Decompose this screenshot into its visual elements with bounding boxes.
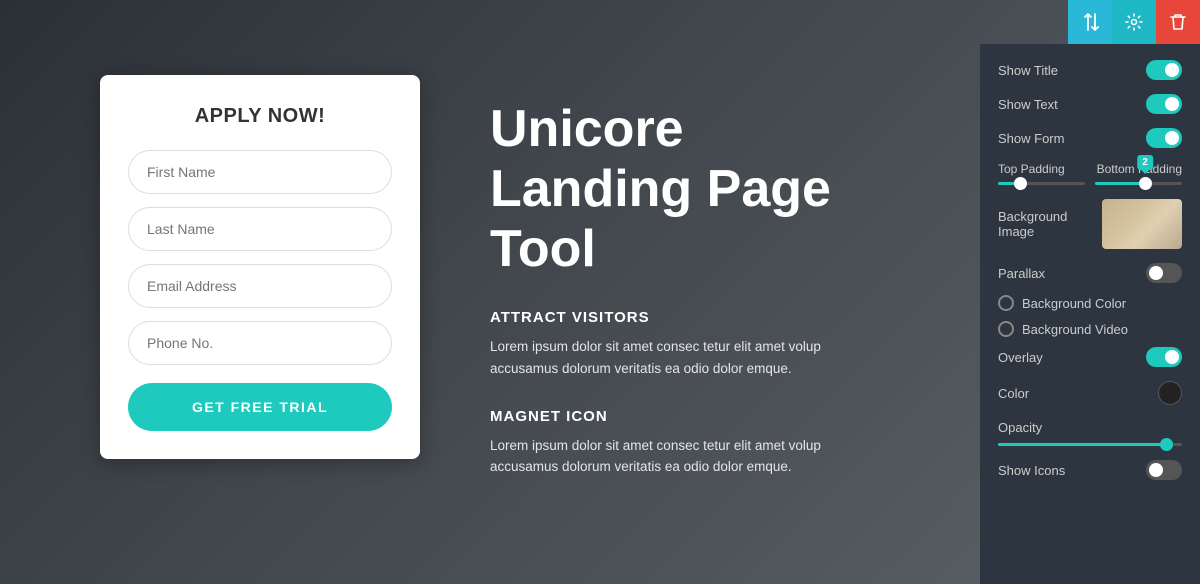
section-heading-2: MAGNET ICON [490, 408, 940, 425]
trash-icon [1170, 13, 1186, 31]
color-swatch[interactable] [1158, 381, 1182, 405]
toggle-thumb [1149, 463, 1163, 477]
show-text-label: Show Text [998, 97, 1058, 112]
section-text-2: Lorem ipsum dolor sit amet consec tetur … [490, 435, 870, 478]
bg-image-label: Background Image [998, 209, 1092, 239]
show-title-row: Show Title [998, 60, 1182, 80]
background-color-radio[interactable] [998, 295, 1014, 311]
show-icons-row: Show Icons [998, 460, 1182, 480]
show-form-toggle[interactable] [1146, 128, 1182, 148]
overlay-row: Overlay [998, 347, 1182, 367]
color-label: Color [998, 386, 1029, 401]
cta-button[interactable]: GET FREE TRIAL [128, 383, 392, 431]
show-text-row: Show Text [998, 94, 1182, 114]
form-title: APPLY NOW! [128, 105, 392, 128]
background-color-row[interactable]: Background Color [998, 295, 1182, 311]
padding-badge: 2 [1137, 155, 1153, 170]
opacity-thumb [1160, 438, 1173, 451]
email-input[interactable] [128, 264, 392, 308]
toggle-thumb [1165, 97, 1179, 111]
section-text-1: Lorem ipsum dolor sit amet consec tetur … [490, 336, 870, 379]
section-heading-1: ATTRACT VISITORS [490, 309, 940, 326]
toggle-thumb [1165, 63, 1179, 77]
show-title-label: Show Title [998, 63, 1058, 78]
show-form-label: Show Form [998, 131, 1064, 146]
toggle-thumb [1149, 266, 1163, 280]
show-title-toggle[interactable] [1146, 60, 1182, 80]
parallax-toggle[interactable] [1146, 263, 1182, 283]
settings-button[interactable] [1112, 0, 1156, 44]
sort-button[interactable] [1068, 0, 1112, 44]
main-content: UnicoreLanding Page Tool ATTRACT VISITOR… [490, 100, 940, 506]
toggle-thumb [1165, 131, 1179, 145]
delete-button[interactable] [1156, 0, 1200, 44]
padding-sliders: 2 [998, 182, 1182, 185]
opacity-slider[interactable] [998, 443, 1182, 446]
sort-icon [1081, 13, 1099, 31]
show-form-row: Show Form [998, 128, 1182, 148]
show-icons-toggle[interactable] [1146, 460, 1182, 480]
top-padding-label: Top Padding [998, 162, 1065, 176]
parallax-row: Parallax [998, 263, 1182, 283]
last-name-input[interactable] [128, 207, 392, 251]
show-text-toggle[interactable] [1146, 94, 1182, 114]
background-color-label: Background Color [1022, 296, 1126, 311]
padding-labels: Top Padding Bottom Padding [998, 162, 1182, 176]
settings-panel: Show Title Show Text Show Form Top Paddi… [980, 44, 1200, 584]
overlay-toggle[interactable] [1146, 347, 1182, 367]
opacity-section: Opacity [998, 419, 1182, 446]
background-video-label: Background Video [1022, 322, 1128, 337]
bg-image-row: Background Image [998, 199, 1182, 249]
phone-input[interactable] [128, 321, 392, 365]
form-card: APPLY NOW! GET FREE TRIAL [100, 75, 420, 459]
bg-image-thumbnail[interactable] [1102, 199, 1182, 249]
show-icons-label: Show Icons [998, 463, 1065, 478]
overlay-label: Overlay [998, 350, 1043, 365]
main-title: UnicoreLanding Page Tool [490, 100, 940, 279]
first-name-input[interactable] [128, 150, 392, 194]
opacity-label: Opacity [998, 420, 1042, 435]
color-row: Color [998, 381, 1182, 405]
toggle-thumb [1165, 350, 1179, 364]
parallax-label: Parallax [998, 266, 1045, 281]
toolbar [1068, 0, 1200, 44]
gear-icon [1125, 13, 1143, 31]
padding-section: Top Padding Bottom Padding 2 [998, 162, 1182, 185]
top-padding-slider[interactable] [998, 182, 1085, 185]
background-video-row[interactable]: Background Video [998, 321, 1182, 337]
background-video-radio[interactable] [998, 321, 1014, 337]
bottom-padding-slider[interactable]: 2 [1095, 182, 1182, 185]
background-image-section: Background Image [998, 199, 1182, 249]
